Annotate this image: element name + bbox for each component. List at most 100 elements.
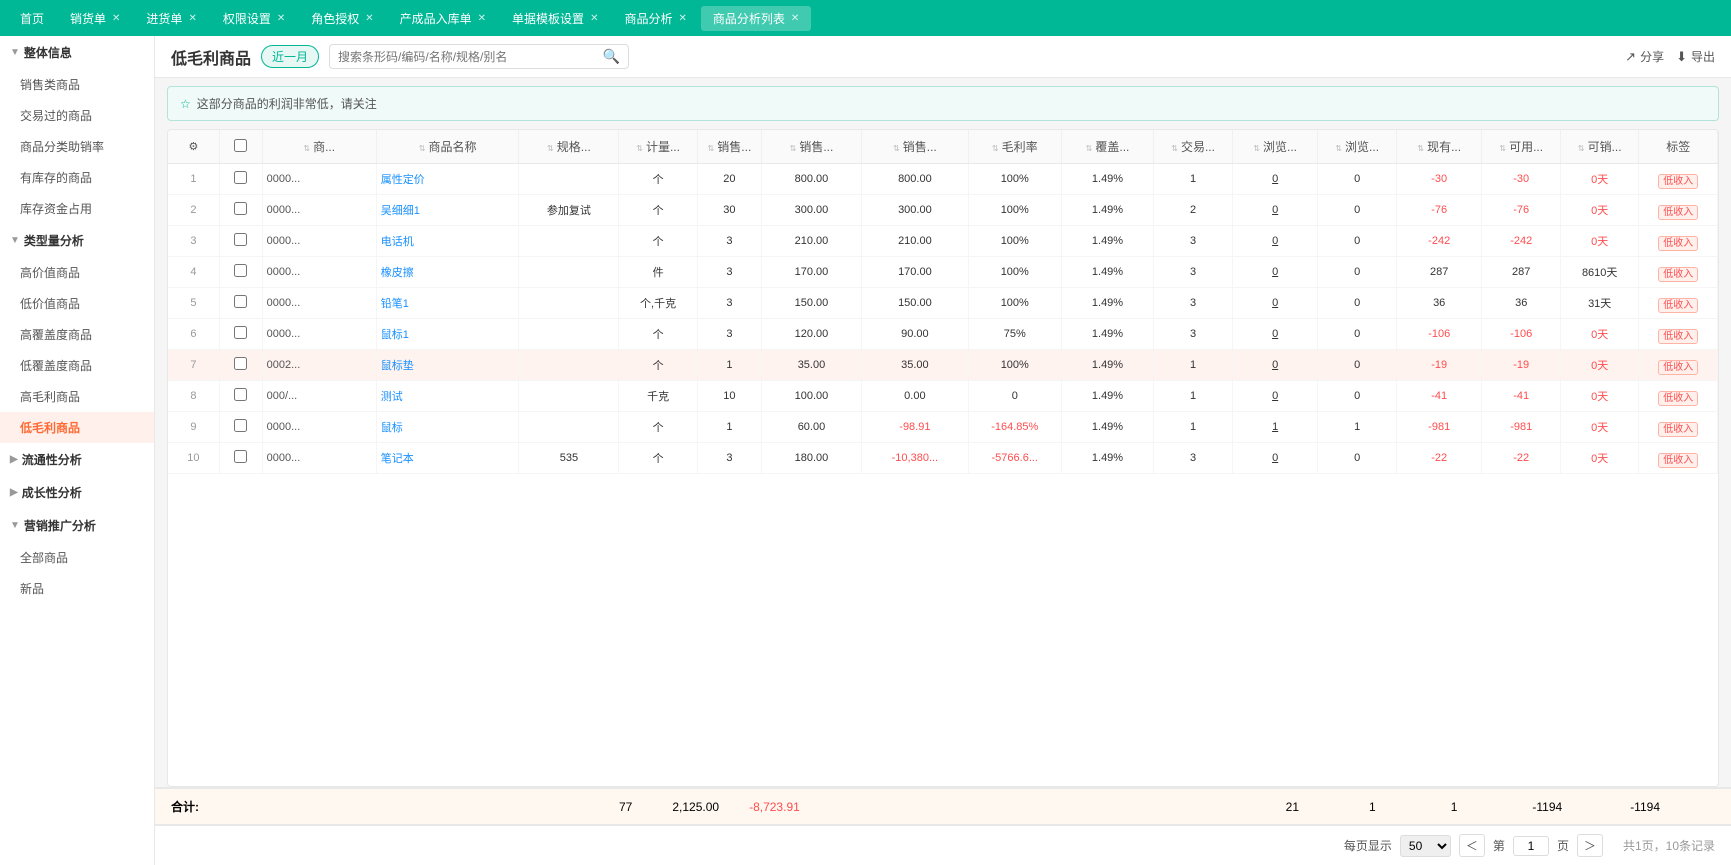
cell-check[interactable]	[219, 257, 262, 288]
cell-name[interactable]: 鼠标	[376, 412, 519, 443]
cell-browse1[interactable]: 0	[1232, 319, 1318, 350]
sidebar-group-growth[interactable]: ▶ 成长性分析	[0, 476, 154, 509]
row-checkbox[interactable]	[234, 326, 247, 339]
nav-permissions[interactable]: 权限设置 ✕	[211, 6, 297, 31]
search-icon[interactable]: 🔍	[603, 48, 620, 65]
col-header-coverage[interactable]: ⇅ 覆盖...	[1061, 130, 1154, 164]
col-header-gross[interactable]: ⇅ 毛利率	[968, 130, 1061, 164]
cell-check[interactable]	[219, 443, 262, 474]
cell-check[interactable]	[219, 319, 262, 350]
cell-name[interactable]: 橡皮擦	[376, 257, 519, 288]
prev-page-button[interactable]: ＜	[1459, 834, 1485, 857]
col-header-trans[interactable]: ⇅ 交易...	[1154, 130, 1232, 164]
cell-name[interactable]: 吴细细1	[376, 195, 519, 226]
sidebar-item-high-coverage[interactable]: 高覆盖度商品	[0, 319, 154, 350]
sidebar-item-stock-capital[interactable]: 库存资金占用	[0, 193, 154, 224]
cell-name[interactable]: 笔记本	[376, 443, 519, 474]
col-header-sale-amt[interactable]: ⇅ 销售...	[861, 130, 968, 164]
nav-close-purchase[interactable]: ✕	[188, 13, 196, 24]
sidebar-group-overall[interactable]: ▼ 整体信息	[0, 36, 154, 69]
col-header-tag[interactable]: 标签	[1639, 130, 1718, 164]
sidebar-item-low-coverage[interactable]: 低覆盖度商品	[0, 350, 154, 381]
nav-close-role[interactable]: ✕	[365, 13, 373, 24]
row-checkbox[interactable]	[234, 419, 247, 432]
col-header-spec[interactable]: ⇅ 规格...	[519, 130, 619, 164]
cell-check[interactable]	[219, 350, 262, 381]
cell-browse1[interactable]: 0	[1232, 381, 1318, 412]
cell-check[interactable]	[219, 164, 262, 195]
sidebar-item-sales-goods[interactable]: 销售类商品	[0, 69, 154, 100]
nav-home[interactable]: 首页	[8, 6, 56, 31]
cell-name[interactable]: 铅笔1	[376, 288, 519, 319]
cell-browse1[interactable]: 1	[1232, 412, 1318, 443]
nav-template-settings[interactable]: 单据模板设置 ✕	[500, 6, 610, 31]
nav-role-auth[interactable]: 角色授权 ✕	[299, 6, 385, 31]
cell-name[interactable]: 测试	[376, 381, 519, 412]
cell-check[interactable]	[219, 288, 262, 319]
sidebar-group-marketing[interactable]: ▼ 营销推广分析	[0, 509, 154, 542]
col-header-settings[interactable]: ⚙	[168, 130, 219, 164]
row-checkbox[interactable]	[234, 202, 247, 215]
cell-check[interactable]	[219, 195, 262, 226]
cell-check[interactable]	[219, 412, 262, 443]
cell-browse1[interactable]: 0	[1232, 288, 1318, 319]
col-header-stock3[interactable]: ⇅ 可销...	[1560, 130, 1638, 164]
col-header-unit[interactable]: ⇅ 计量...	[619, 130, 697, 164]
share-button[interactable]: ↗ 分享	[1625, 48, 1664, 65]
nav-sales-order[interactable]: 销货单 ✕	[58, 6, 132, 31]
cell-check[interactable]	[219, 226, 262, 257]
row-checkbox[interactable]	[234, 295, 247, 308]
row-checkbox[interactable]	[234, 450, 247, 463]
col-header-sale-price[interactable]: ⇅ 销售...	[762, 130, 862, 164]
date-filter-badge[interactable]: 近一月	[261, 45, 319, 68]
nav-close-sales[interactable]: ✕	[112, 13, 120, 24]
sidebar-item-all-goods[interactable]: 全部商品	[0, 542, 154, 573]
sidebar-item-low-gross[interactable]: 低毛利商品	[0, 412, 154, 443]
cell-name[interactable]: 鼠标1	[376, 319, 519, 350]
page-number-input[interactable]	[1513, 836, 1549, 856]
sidebar-item-high-gross[interactable]: 高毛利商品	[0, 381, 154, 412]
nav-analysis-list[interactable]: 商品分析列表 ✕	[701, 6, 811, 31]
col-header-browse2[interactable]: ⇅ 浏览...	[1318, 130, 1396, 164]
nav-purchase-order[interactable]: 进货单 ✕	[134, 6, 208, 31]
col-header-stock1[interactable]: ⇅ 现有...	[1396, 130, 1482, 164]
col-header-check[interactable]	[219, 130, 262, 164]
row-checkbox[interactable]	[234, 171, 247, 184]
cell-name[interactable]: 鼠标垫	[376, 350, 519, 381]
cell-browse1[interactable]: 0	[1232, 226, 1318, 257]
search-box[interactable]: 🔍	[329, 44, 629, 69]
sidebar-item-high-value[interactable]: 高价值商品	[0, 257, 154, 288]
row-checkbox[interactable]	[234, 357, 247, 370]
row-checkbox[interactable]	[234, 388, 247, 401]
sidebar-item-stock-goods[interactable]: 有库存的商品	[0, 162, 154, 193]
per-page-select[interactable]: 50 10 20 100	[1400, 835, 1451, 857]
nav-close-template[interactable]: ✕	[590, 13, 598, 24]
col-header-sale-qty[interactable]: ⇅ 销售...	[697, 130, 761, 164]
sidebar-item-category-rate[interactable]: 商品分类助销率	[0, 131, 154, 162]
sidebar-item-new-goods[interactable]: 新品	[0, 573, 154, 604]
cell-browse1[interactable]: 0	[1232, 350, 1318, 381]
export-button[interactable]: ⬇ 导出	[1676, 48, 1715, 65]
sidebar-group-type-analysis[interactable]: ▼ 类型量分析	[0, 224, 154, 257]
sidebar-item-traded-goods[interactable]: 交易过的商品	[0, 100, 154, 131]
row-checkbox[interactable]	[234, 264, 247, 277]
next-page-button[interactable]: ＞	[1577, 834, 1603, 857]
col-header-name[interactable]: ⇅ 商品名称	[376, 130, 519, 164]
search-input[interactable]	[338, 50, 597, 64]
sidebar-item-low-value[interactable]: 低价值商品	[0, 288, 154, 319]
select-all-checkbox[interactable]	[234, 139, 247, 152]
cell-browse1[interactable]: 0	[1232, 195, 1318, 226]
row-checkbox[interactable]	[234, 233, 247, 246]
nav-product-analysis[interactable]: 商品分析 ✕	[612, 6, 698, 31]
col-header-stock2[interactable]: ⇅ 可用...	[1482, 130, 1560, 164]
cell-browse1[interactable]: 0	[1232, 164, 1318, 195]
cell-browse1[interactable]: 0	[1232, 257, 1318, 288]
sidebar-group-liquidity[interactable]: ▶ 流通性分析	[0, 443, 154, 476]
col-header-browse1[interactable]: ⇅ 浏览...	[1232, 130, 1318, 164]
nav-close-product-entry[interactable]: ✕	[478, 13, 486, 24]
cell-check[interactable]	[219, 381, 262, 412]
nav-close-analysis-list[interactable]: ✕	[791, 13, 799, 24]
cell-name[interactable]: 属性定价	[376, 164, 519, 195]
col-header-code[interactable]: ⇅ 商...	[262, 130, 376, 164]
nav-product-entry[interactable]: 产成品入库单 ✕	[388, 6, 498, 31]
